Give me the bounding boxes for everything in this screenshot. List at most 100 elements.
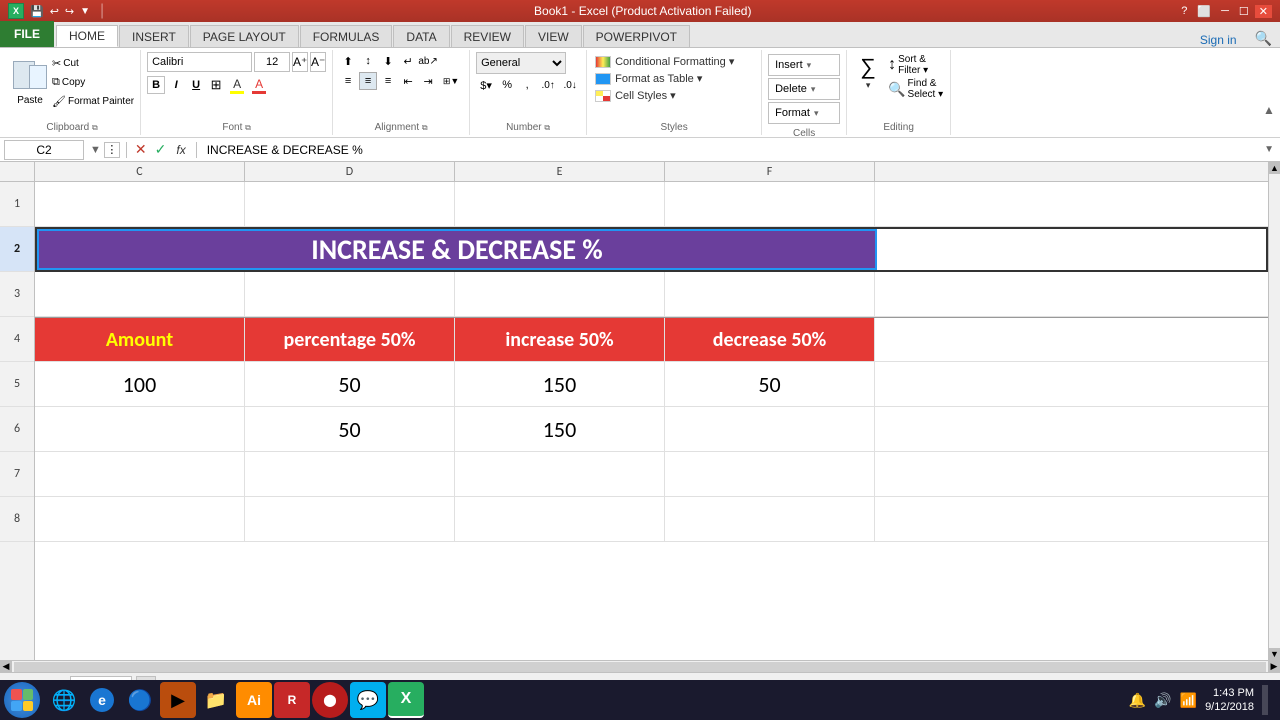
row-3[interactable]: 3 bbox=[0, 272, 34, 317]
tab-file[interactable]: FILE bbox=[0, 21, 54, 47]
row-1[interactable]: 1 bbox=[0, 182, 34, 227]
row-7[interactable]: 7 bbox=[0, 452, 34, 497]
align-left-button[interactable]: ≡ bbox=[339, 72, 357, 90]
decrease-decimal-button[interactable]: .0↓ bbox=[560, 76, 580, 94]
collapse-formula-button[interactable]: ⋮ bbox=[104, 142, 120, 158]
font-color-button[interactable]: A bbox=[249, 76, 269, 94]
maximize-btn[interactable]: ☐ bbox=[1235, 5, 1253, 18]
format-painter-button[interactable]: 🖌 Format Painter bbox=[52, 92, 134, 110]
cell-c2[interactable]: INCREASE & DECREASE % bbox=[37, 229, 877, 270]
merge-cells-button[interactable]: ⊞▼ bbox=[439, 72, 463, 90]
cell-e4[interactable]: increase 50% bbox=[455, 318, 665, 361]
cut-button[interactable]: ✂ Cut bbox=[52, 54, 134, 72]
align-center-button[interactable]: ≡ bbox=[359, 72, 377, 90]
tab-home[interactable]: HOME bbox=[56, 25, 118, 47]
cell-c7[interactable] bbox=[35, 452, 245, 496]
increase-decimal-button[interactable]: .0↑ bbox=[538, 76, 558, 94]
comma-button[interactable]: , bbox=[518, 76, 536, 94]
number-format-select[interactable]: General bbox=[476, 52, 566, 74]
border-button[interactable]: ⊞ bbox=[207, 76, 225, 94]
tab-insert[interactable]: INSERT bbox=[119, 25, 189, 47]
font-name-select[interactable] bbox=[147, 52, 252, 72]
taskbar-icon-edge[interactable]: e bbox=[84, 682, 120, 718]
text-angle-button[interactable]: ab↗ bbox=[419, 52, 437, 70]
cell-c5[interactable]: 100 bbox=[35, 362, 245, 406]
tab-review[interactable]: REVIEW bbox=[451, 25, 524, 47]
horizontal-scrollbar[interactable]: ◀ ▶ bbox=[0, 660, 1280, 672]
close-btn[interactable]: ✕ bbox=[1255, 5, 1272, 18]
cell-reference-input[interactable] bbox=[4, 140, 84, 160]
formula-expand-button[interactable]: ▼ bbox=[1262, 144, 1276, 155]
format-as-table-button[interactable]: Format as Table ▾ bbox=[593, 71, 755, 86]
search-icon[interactable]: 🔍 bbox=[1247, 30, 1280, 47]
align-middle-button[interactable]: ↕ bbox=[359, 52, 377, 70]
cell-d5[interactable]: 50 bbox=[245, 362, 455, 406]
row-2[interactable]: 2 bbox=[0, 227, 34, 272]
cell-e8[interactable] bbox=[455, 497, 665, 541]
taskbar-icon-skype[interactable]: 💬 bbox=[350, 682, 386, 718]
quick-access-customize[interactable]: ▼ bbox=[80, 6, 90, 17]
cell-c8[interactable] bbox=[35, 497, 245, 541]
increase-indent-button[interactable]: ⇥ bbox=[419, 72, 437, 90]
cell-c1[interactable] bbox=[35, 182, 245, 226]
taskbar-icon-illustrator[interactable]: Ai bbox=[236, 682, 272, 718]
quick-access-undo[interactable]: ↩ bbox=[50, 5, 59, 18]
cell-d3[interactable] bbox=[245, 272, 455, 316]
tab-formulas[interactable]: FORMULAS bbox=[300, 25, 393, 47]
taskbar-icon-media[interactable]: ▶ bbox=[160, 682, 196, 718]
start-button[interactable] bbox=[4, 682, 40, 718]
cell-e6[interactable]: 150 bbox=[455, 407, 665, 451]
cell-f8[interactable] bbox=[665, 497, 875, 541]
underline-button[interactable]: U bbox=[187, 76, 205, 94]
autosum-button[interactable]: ∑ ▾ bbox=[853, 54, 883, 91]
select-all-button[interactable] bbox=[0, 162, 34, 182]
cell-f1[interactable] bbox=[665, 182, 875, 226]
taskbar-show-desktop[interactable] bbox=[1262, 685, 1268, 715]
formula-input[interactable] bbox=[203, 140, 1258, 160]
taskbar-icon-chrome[interactable]: 🔵 bbox=[122, 682, 158, 718]
cell-d6[interactable]: 50 bbox=[245, 407, 455, 451]
insert-button[interactable]: Insert▾ bbox=[768, 54, 840, 76]
taskbar-notification-icon[interactable]: 🔔 bbox=[1129, 692, 1146, 709]
cell-d8[interactable] bbox=[245, 497, 455, 541]
row-4[interactable]: 4 bbox=[0, 317, 34, 362]
cancel-formula-button[interactable]: ✕ bbox=[133, 141, 149, 158]
cell-f3[interactable] bbox=[665, 272, 875, 316]
cell-e3[interactable] bbox=[455, 272, 665, 316]
help-btn[interactable]: ? bbox=[1177, 5, 1191, 18]
align-bottom-button[interactable]: ⬇ bbox=[379, 52, 397, 70]
vertical-scrollbar[interactable]: ▲ ▼ bbox=[1268, 162, 1280, 660]
align-top-button[interactable]: ⬆ bbox=[339, 52, 357, 70]
font-size-down[interactable]: A⁻ bbox=[310, 52, 326, 72]
taskbar-network-icon[interactable]: 📶 bbox=[1180, 692, 1197, 709]
collapse-ribbon-button[interactable]: ▲ bbox=[1262, 103, 1276, 117]
row-8[interactable]: 8 bbox=[0, 497, 34, 542]
cell-f5[interactable]: 50 bbox=[665, 362, 875, 406]
cell-d4[interactable]: percentage 50% bbox=[245, 318, 455, 361]
restore-btn[interactable]: ⬜ bbox=[1193, 5, 1215, 18]
taskbar-icon-files[interactable]: 📁 bbox=[198, 682, 234, 718]
conditional-formatting-button[interactable]: Conditional Formatting ▾ bbox=[593, 54, 755, 69]
quick-access-redo[interactable]: ↪ bbox=[65, 5, 74, 18]
percent-button[interactable]: % bbox=[498, 76, 516, 94]
fill-color-button[interactable]: A bbox=[227, 76, 247, 94]
cell-c4[interactable]: Amount bbox=[35, 318, 245, 361]
find-select-button[interactable]: 🔍 Find & Select ▾ bbox=[887, 78, 944, 100]
tab-data[interactable]: DATA bbox=[393, 25, 449, 47]
quick-access-save[interactable]: 💾 bbox=[30, 5, 44, 18]
align-right-button[interactable]: ≡ bbox=[379, 72, 397, 90]
taskbar-excel-active[interactable]: X bbox=[388, 682, 424, 718]
taskbar-sound-icon[interactable]: 🔊 bbox=[1154, 692, 1171, 709]
cell-d1[interactable] bbox=[245, 182, 455, 226]
taskbar-icon-ie[interactable]: 🌐 bbox=[46, 682, 82, 718]
sort-filter-button[interactable]: ↕ Sort & Filter ▾ bbox=[887, 54, 944, 76]
cell-e7[interactable] bbox=[455, 452, 665, 496]
row-6[interactable]: 6 bbox=[0, 407, 34, 452]
row-5[interactable]: 5 bbox=[0, 362, 34, 407]
paste-button[interactable]: Paste bbox=[10, 52, 50, 110]
sign-in-btn[interactable]: Sign in bbox=[1190, 33, 1247, 47]
cell-f7[interactable] bbox=[665, 452, 875, 496]
tab-powerpivot[interactable]: POWERPIVOT bbox=[583, 25, 690, 47]
col-header-c[interactable]: C bbox=[35, 162, 245, 181]
wrap-text-button[interactable]: ↵ bbox=[399, 52, 417, 70]
